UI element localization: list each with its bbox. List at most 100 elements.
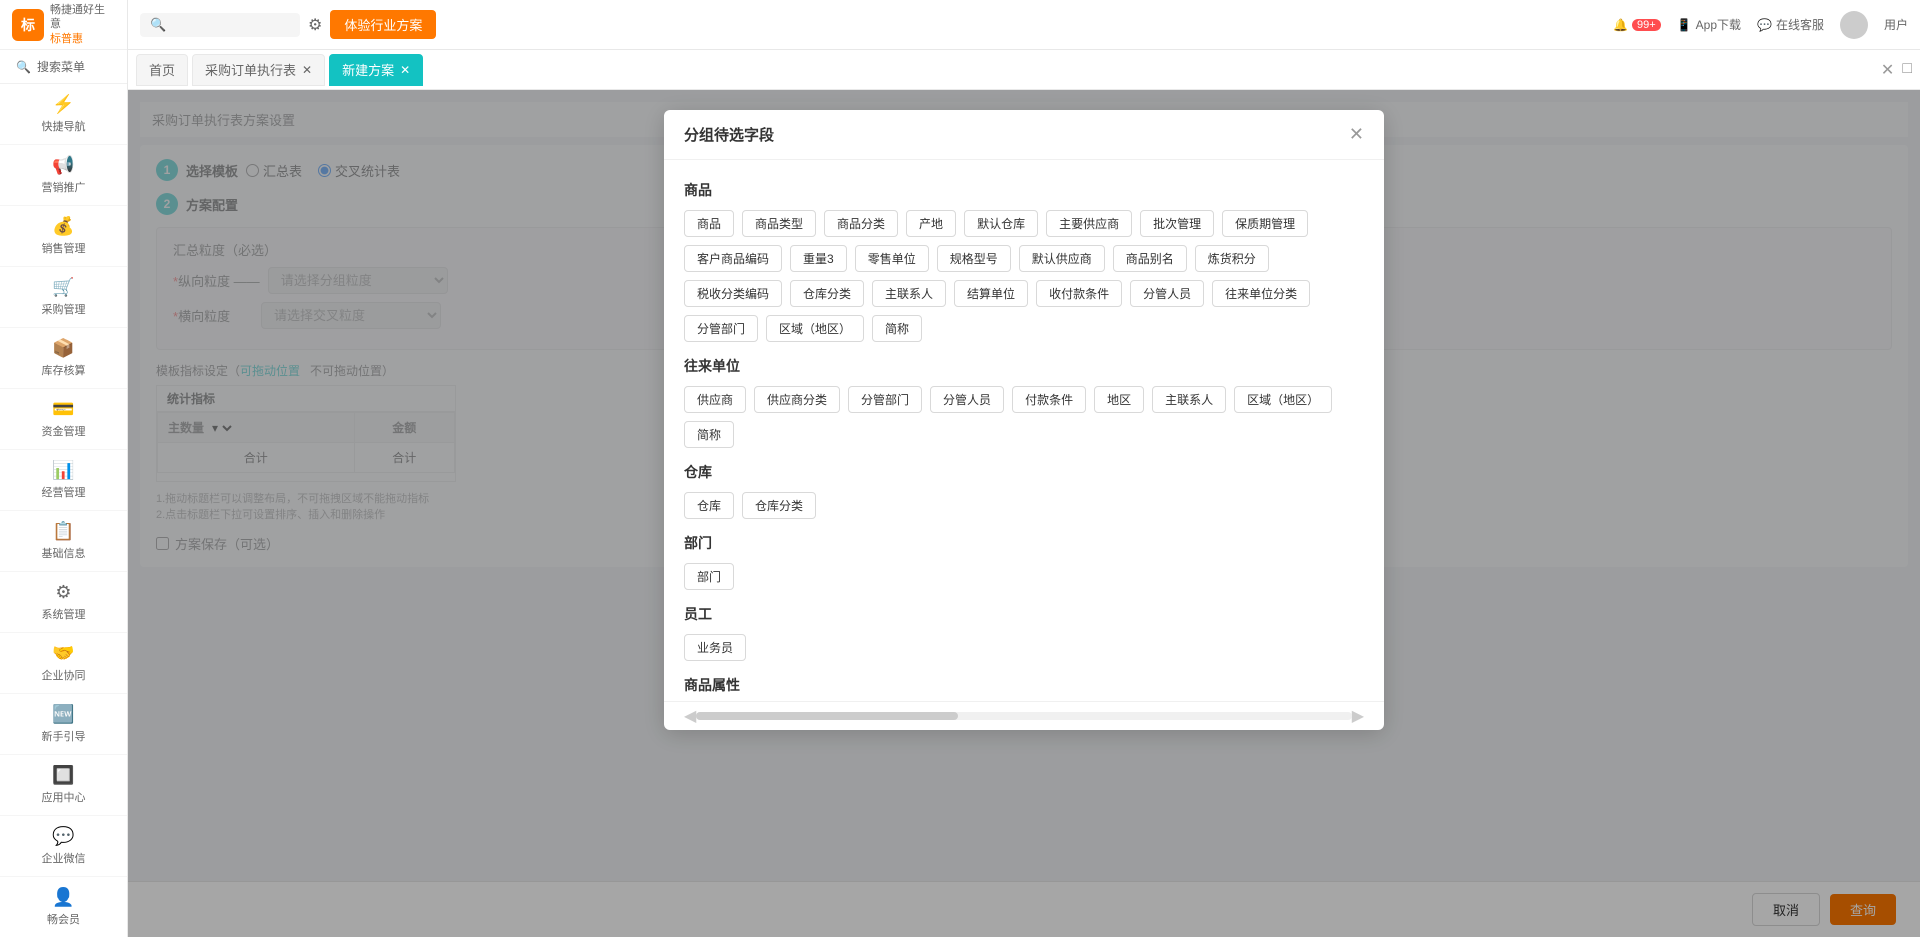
- tag-主要供应商[interactable]: 主要供应商: [1046, 210, 1132, 237]
- tab-purchase-exec[interactable]: 采购订单执行表 ✕: [192, 54, 325, 86]
- tag-供应商分类[interactable]: 供应商分类: [754, 386, 840, 413]
- tag-保质期管理[interactable]: 保质期管理: [1222, 210, 1308, 237]
- notification-icon: 🔔: [1613, 18, 1628, 32]
- tag-客户商品编码[interactable]: 客户商品编码: [684, 245, 782, 272]
- sidebar-item-wechat[interactable]: 💬企业微信: [0, 816, 127, 877]
- sidebar-icon-inventory: 📦: [52, 338, 74, 359]
- sidebar-label-purchase: 采购管理: [42, 301, 86, 317]
- tag-业务员[interactable]: 业务员: [684, 634, 746, 661]
- tag-规格型号[interactable]: 规格型号: [937, 245, 1011, 272]
- app-download-btn[interactable]: 📱 App下载: [1677, 16, 1741, 33]
- user-name[interactable]: 用户: [1884, 16, 1908, 33]
- tag-分管部门[interactable]: 分管部门: [848, 386, 922, 413]
- search-input[interactable]: [166, 18, 290, 32]
- tab-home[interactable]: 首页: [136, 54, 188, 86]
- tab-close-purchase-exec[interactable]: ✕: [302, 63, 312, 77]
- service-icon: 💬: [1757, 18, 1772, 32]
- sidebar-item-purchase[interactable]: 🛒 采购管理: [0, 267, 127, 328]
- tag-仓库分类[interactable]: 仓库分类: [790, 280, 864, 307]
- tag-往来单位分类[interactable]: 往来单位分类: [1212, 280, 1310, 307]
- search-icon: 🔍: [16, 60, 31, 74]
- hscroll-thumb: [696, 712, 958, 720]
- sidebar-item-basic-info[interactable]: 📋基础信息: [0, 511, 127, 572]
- sidebar-icon-basic-info: 📋: [52, 521, 74, 542]
- section-title-product-attr: 商品属性: [684, 675, 1364, 695]
- tag-主联系人[interactable]: 主联系人: [1152, 386, 1226, 413]
- sidebar-item-marketing[interactable]: 📢营销推广: [0, 145, 127, 206]
- brand-name: 畅捷通好生意 标普惠: [50, 3, 115, 46]
- experience-btn[interactable]: 体验行业方案: [330, 10, 436, 39]
- sidebar-icon-finance: 💳: [52, 399, 74, 420]
- hscroll-left-arrow[interactable]: ◀: [684, 706, 696, 726]
- section-tags-employee: 业务员: [684, 634, 1364, 661]
- sidebar-label-finance: 资金管理: [42, 423, 86, 439]
- avatar[interactable]: [1840, 11, 1868, 39]
- search-menu[interactable]: 🔍 搜索菜单: [0, 50, 127, 84]
- tag-收付款条件[interactable]: 收付款条件: [1036, 280, 1122, 307]
- hscroll-right-arrow[interactable]: ▶: [1352, 706, 1364, 726]
- tab-new-plan[interactable]: 新建方案✕: [329, 54, 423, 86]
- sidebar-item-app-center[interactable]: 🔲应用中心: [0, 755, 127, 816]
- tag-供应商[interactable]: 供应商: [684, 386, 746, 413]
- tag-主联系人[interactable]: 主联系人: [872, 280, 946, 307]
- sidebar-item-member[interactable]: 👤畅会员: [0, 877, 127, 937]
- tag-产地[interactable]: 产地: [906, 210, 956, 237]
- tag-仓库[interactable]: 仓库: [684, 492, 734, 519]
- tag-分管人员[interactable]: 分管人员: [930, 386, 1004, 413]
- tab-close-new-plan[interactable]: ✕: [400, 63, 410, 77]
- sidebar: 标 畅捷通好生意 标普惠 🔍 搜索菜单 ⚡快捷导航📢营销推广💰销售管理🛒采购管理…: [0, 0, 128, 937]
- sidebar-icon-guide: 🆕: [52, 704, 74, 725]
- tab-options-icon[interactable]: □: [1902, 60, 1912, 80]
- sidebar-icon-operations: 📊: [52, 460, 74, 481]
- tag-部门[interactable]: 部门: [684, 563, 734, 590]
- sidebar-item-operations[interactable]: 📊经营管理: [0, 450, 127, 511]
- sidebar-icon-cooperation: 🤝: [52, 643, 74, 664]
- tag-地区[interactable]: 地区: [1094, 386, 1144, 413]
- hscroll-bar[interactable]: [696, 712, 1351, 720]
- modal-close-btn[interactable]: ✕: [1349, 124, 1364, 145]
- sidebar-item-quick-nav[interactable]: ⚡快捷导航: [0, 84, 127, 145]
- sidebar-label-app-center: 应用中心: [42, 789, 86, 805]
- sidebar-icon-purchase: 🛒: [52, 277, 74, 298]
- notification-btn[interactable]: 🔔 99+: [1613, 18, 1661, 32]
- section-title-goods: 商品: [684, 180, 1364, 200]
- tag-商品分类[interactable]: 商品分类: [824, 210, 898, 237]
- tag-简称[interactable]: 简称: [872, 315, 922, 342]
- tag-分管部门[interactable]: 分管部门: [684, 315, 758, 342]
- online-service-btn[interactable]: 💬 在线客服: [1757, 16, 1824, 33]
- sidebar-item-cooperation[interactable]: 🤝企业协同: [0, 633, 127, 694]
- close-all-icon[interactable]: ✕: [1881, 60, 1894, 80]
- tag-仓库分类[interactable]: 仓库分类: [742, 492, 816, 519]
- sidebar-item-guide[interactable]: 🆕新手引导: [0, 694, 127, 755]
- tag-批次管理[interactable]: 批次管理: [1140, 210, 1214, 237]
- section-tags-partner: 供应商供应商分类分管部门分管人员付款条件地区主联系人区域（地区） 简称: [684, 386, 1364, 448]
- tag-分管人员[interactable]: 分管人员: [1130, 280, 1204, 307]
- tag-重量3[interactable]: 重量3: [790, 245, 847, 272]
- sidebar-item-sales[interactable]: 💰销售管理: [0, 206, 127, 267]
- topbar-search-box[interactable]: 🔍: [140, 13, 300, 37]
- tag-商品[interactable]: 商品: [684, 210, 734, 237]
- tab-label-home: 首页: [149, 60, 175, 79]
- tag-简称[interactable]: 简称: [684, 421, 734, 448]
- tag-区域（地区）[interactable]: 区域（地区）: [1234, 386, 1332, 413]
- tag-商品别名[interactable]: 商品别名: [1113, 245, 1187, 272]
- sidebar-item-inventory[interactable]: 📦库存核算: [0, 328, 127, 389]
- sidebar-item-system[interactable]: ⚙系统管理: [0, 572, 127, 633]
- tag-商品类型[interactable]: 商品类型: [742, 210, 816, 237]
- tag-区域（地区）[interactable]: 区域（地区）: [766, 315, 864, 342]
- tag-结算单位[interactable]: 结算单位: [954, 280, 1028, 307]
- section-tags-goods: 商品商品类型商品分类产地默认仓库主要供应商批次管理保质期管理客户商品编码重量3 零…: [684, 210, 1364, 342]
- modal-backdrop: 分组待选字段 ✕ 商品商品商品类型商品分类产地默认仓库主要供应商批次管理保质期管…: [128, 90, 1920, 937]
- tag-税收分类编码[interactable]: 税收分类编码: [684, 280, 782, 307]
- sidebar-item-finance[interactable]: 💳 资金管理: [0, 389, 127, 450]
- topbar-right: 🔔 99+ 📱 App下载 💬 在线客服 用户: [1613, 11, 1908, 39]
- tag-默认仓库[interactable]: 默认仓库: [964, 210, 1038, 237]
- tag-零售单位[interactable]: 零售单位: [855, 245, 929, 272]
- tag-付款条件[interactable]: 付款条件: [1012, 386, 1086, 413]
- tag-默认供应商[interactable]: 默认供应商: [1019, 245, 1105, 272]
- settings-gear-icon[interactable]: ⚙: [308, 15, 322, 35]
- modal-body[interactable]: 商品商品商品类型商品分类产地默认仓库主要供应商批次管理保质期管理客户商品编码重量…: [664, 160, 1384, 701]
- tab-label-purchase-exec: 采购订单执行表: [205, 60, 296, 79]
- topbar-left: 🔍 ⚙ 体验行业方案: [140, 10, 436, 39]
- tag-炼货积分[interactable]: 炼货积分: [1195, 245, 1269, 272]
